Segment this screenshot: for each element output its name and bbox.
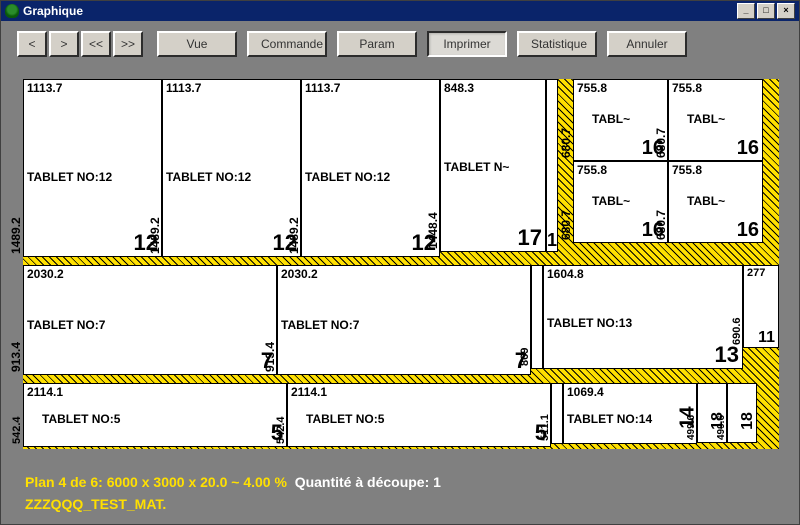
statistique-button[interactable]: Statistique bbox=[517, 31, 597, 57]
param-button[interactable]: Param bbox=[337, 31, 417, 57]
piece-7a: 2030.2 TABLET NO:7 913.4 7 bbox=[23, 265, 277, 375]
vue-button[interactable]: Vue bbox=[157, 31, 237, 57]
minimize-button[interactable]: _ bbox=[737, 3, 755, 19]
piece-5b: 2114.1 TABLET NO:5 542.4 5 bbox=[287, 383, 551, 447]
nav-first-button[interactable]: << bbox=[81, 31, 111, 57]
nav-last-button[interactable]: >> bbox=[113, 31, 143, 57]
piece-17: 848.3 TABLET N~ 1448.4 17 bbox=[440, 79, 546, 252]
piece-16d: 755.8 TABL~ 680.7 16 bbox=[668, 161, 763, 243]
status-line-2: ZZZQQQ_TEST_MAT. bbox=[25, 496, 166, 512]
sliver-r3: 511.1 bbox=[551, 383, 563, 444]
toolbar: < > << >> Vue Commande Param Imprimer St… bbox=[1, 21, 799, 67]
cut-plan-canvas: 1113.7 TABLET NO:12 1489.2 12 1113.7 TAB… bbox=[23, 69, 779, 489]
piece-12c: 1113.7 TABLET NO:12 1489.2 12 bbox=[301, 79, 440, 257]
title-bar: Graphique _ □ × bbox=[1, 1, 799, 21]
piece-11: 277 690.6 11 bbox=[743, 265, 779, 348]
annuler-button[interactable]: Annuler bbox=[607, 31, 687, 57]
nav-prev-button[interactable]: < bbox=[17, 31, 47, 57]
piece-12a: 1113.7 TABLET NO:12 1489.2 12 bbox=[23, 79, 162, 257]
piece-14: 1069.4 TABLET NO:14 14 bbox=[563, 383, 697, 444]
commande-button[interactable]: Commande bbox=[247, 31, 327, 57]
maximize-button[interactable]: □ bbox=[757, 3, 775, 19]
status-line-1: Plan 4 de 6: 6000 x 3000 x 20.0 ~ 4.00 %… bbox=[25, 474, 441, 490]
piece-16b: 755.8 TABL~ 680.7 16 bbox=[668, 79, 763, 161]
piece-18b: 499.6 18 bbox=[727, 383, 757, 443]
imprimer-button[interactable]: Imprimer bbox=[427, 31, 507, 57]
close-button[interactable]: × bbox=[777, 3, 795, 19]
piece-7b: 2030.2 TABLET NO:7 913.4 7 bbox=[277, 265, 531, 375]
piece-12b: 1113.7 TABLET NO:12 1489.2 12 bbox=[162, 79, 301, 257]
sliver-r1: 1 bbox=[546, 79, 558, 252]
piece-5a: 2114.1 TABLET NO:5 542.4 5 bbox=[23, 383, 287, 447]
piece-13: 1604.8 TABLET NO:13 13 bbox=[543, 265, 743, 369]
app-icon bbox=[5, 4, 19, 18]
nav-next-button[interactable]: > bbox=[49, 31, 79, 57]
window-title: Graphique bbox=[23, 4, 83, 18]
sliver-r2: 869 bbox=[531, 265, 543, 369]
